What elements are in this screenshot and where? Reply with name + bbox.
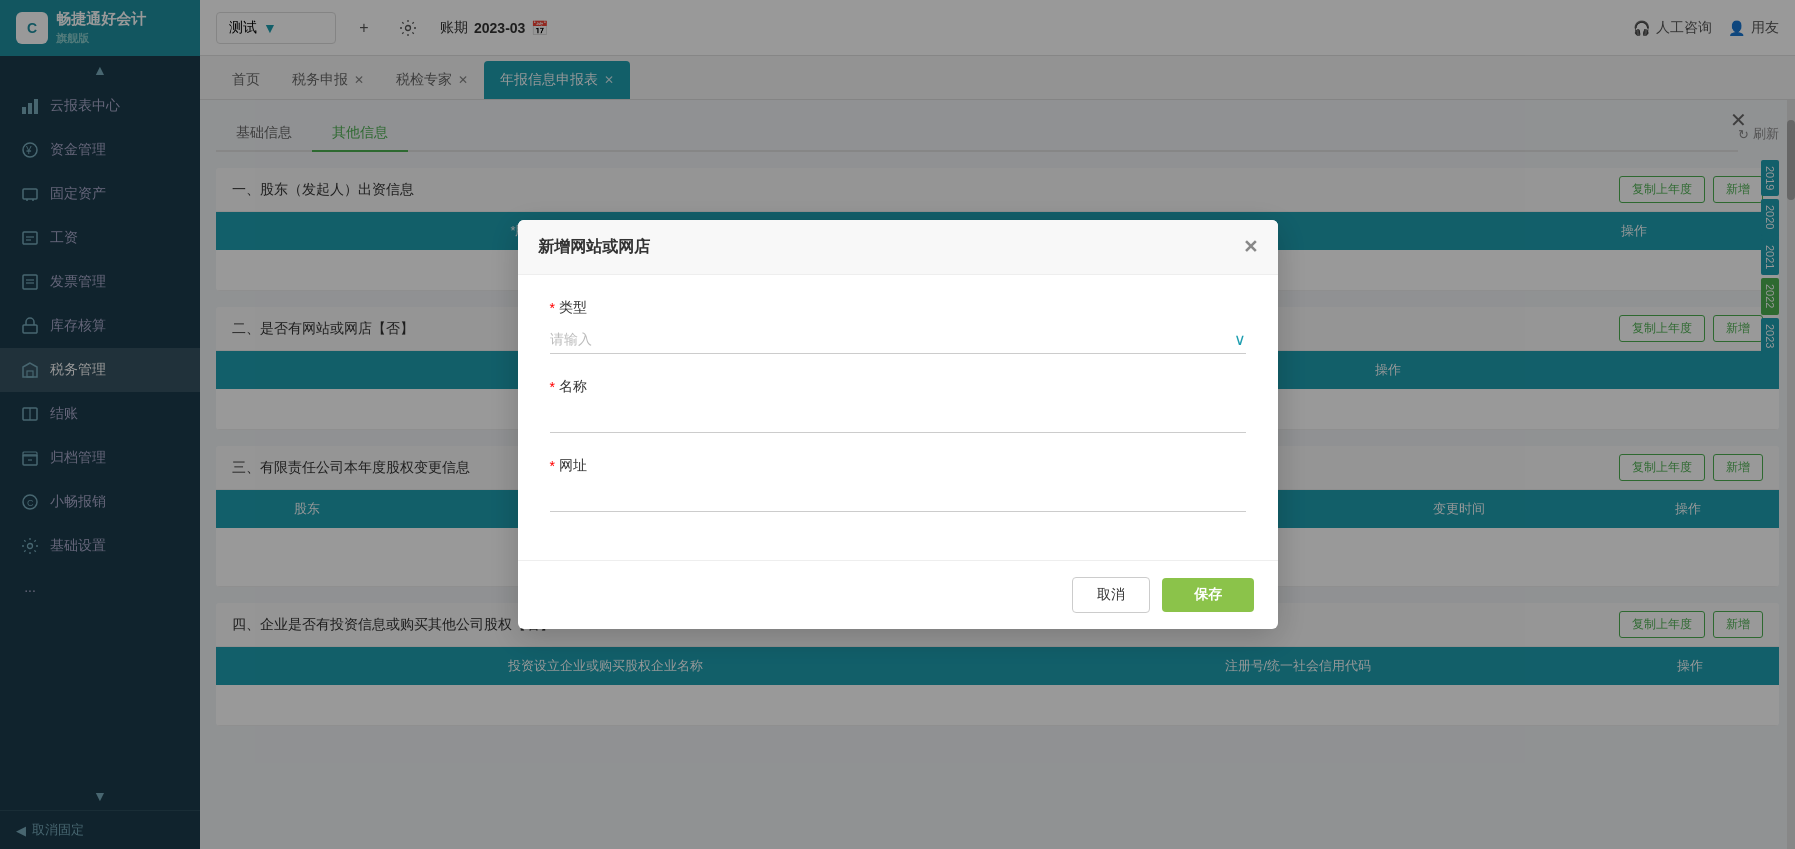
name-label: * 名称 <box>550 378 1246 396</box>
save-button[interactable]: 保存 <box>1162 578 1254 612</box>
name-input[interactable] <box>550 404 1246 433</box>
form-field-name: * 名称 <box>550 378 1246 433</box>
dialog-header: 新增网站或网店 ✕ <box>518 220 1278 275</box>
add-website-dialog: 新增网站或网店 ✕ * 类型 ∨ * 名称 <box>518 220 1278 629</box>
form-field-url: * 网址 <box>550 457 1246 512</box>
url-input[interactable] <box>550 483 1246 512</box>
dialog-close-button[interactable]: ✕ <box>1243 236 1258 258</box>
url-label: * 网址 <box>550 457 1246 475</box>
dialog-overlay: 新增网站或网店 ✕ * 类型 ∨ * 名称 <box>0 0 1795 849</box>
dialog-footer: 取消 保存 <box>518 560 1278 629</box>
cancel-button[interactable]: 取消 <box>1072 577 1150 613</box>
type-input[interactable] <box>550 325 1246 354</box>
form-field-type: * 类型 ∨ <box>550 299 1246 354</box>
dialog-body: * 类型 ∨ * 名称 * 网址 <box>518 275 1278 560</box>
type-select-row: ∨ <box>550 325 1246 354</box>
type-label: * 类型 <box>550 299 1246 317</box>
dialog-title: 新增网站或网店 <box>538 237 650 258</box>
